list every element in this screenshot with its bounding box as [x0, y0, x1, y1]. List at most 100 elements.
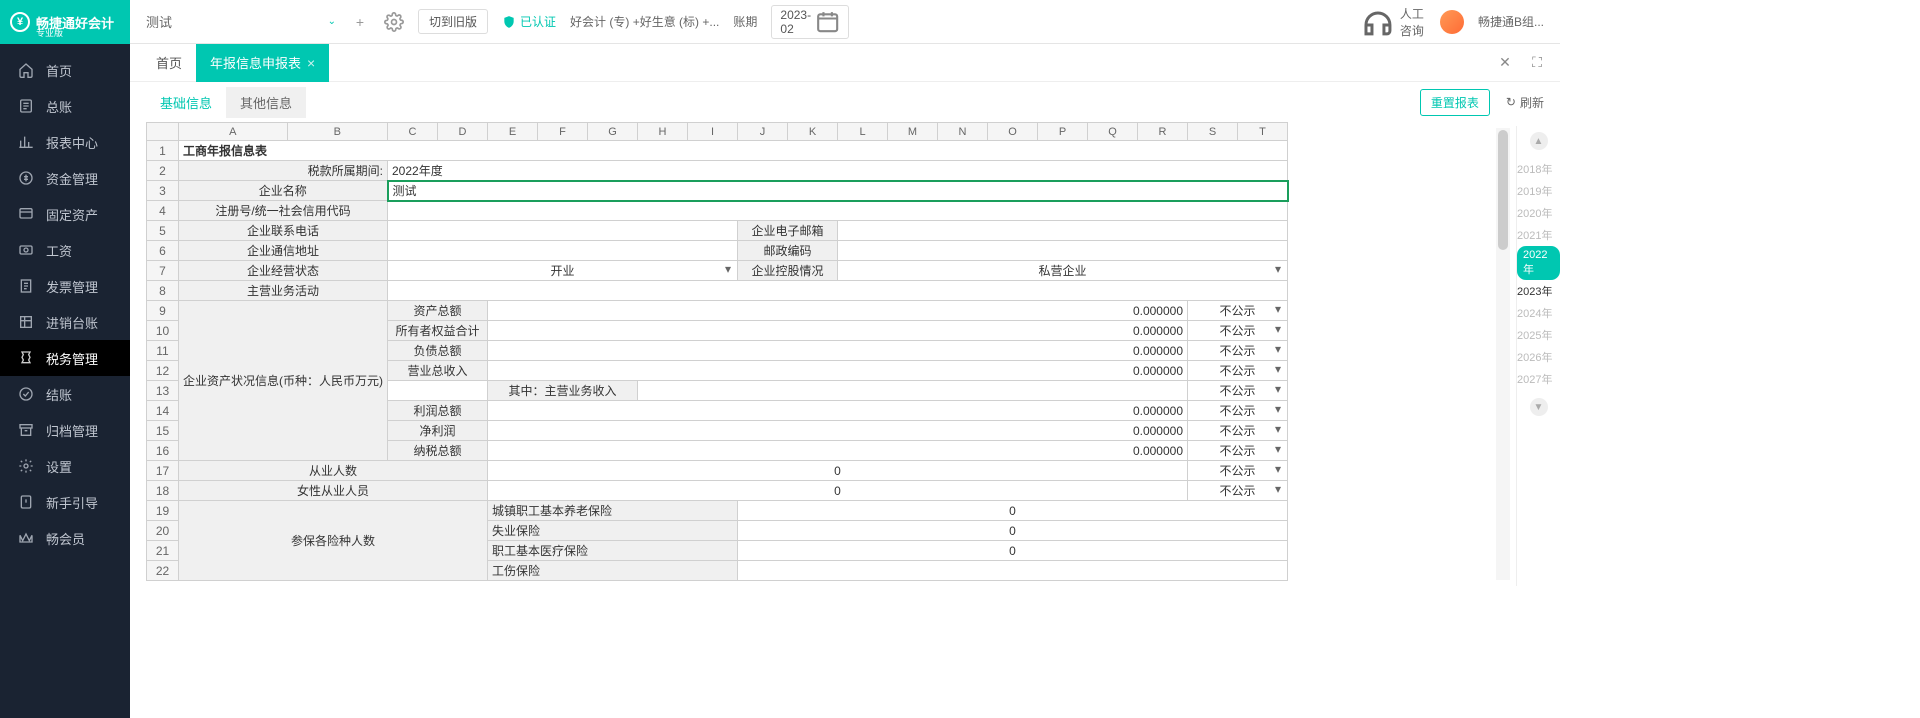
col-N[interactable]: N	[938, 123, 988, 141]
year-2019年[interactable]: 2019年	[1517, 180, 1560, 202]
row-7[interactable]: 7	[147, 261, 179, 281]
col-I[interactable]: I	[688, 123, 738, 141]
row-12[interactable]: 12	[147, 361, 179, 381]
row-15[interactable]: 15	[147, 421, 179, 441]
year-2024年[interactable]: 2024年	[1517, 302, 1560, 324]
publish-select[interactable]: 不公示	[1188, 301, 1288, 321]
reset-button[interactable]: 重置报表	[1420, 89, 1490, 116]
year-2023年[interactable]: 2023年	[1517, 280, 1560, 302]
refresh-button[interactable]: ↻ 刷新	[1506, 94, 1544, 111]
row-21[interactable]: 21	[147, 541, 179, 561]
publish-select[interactable]: 不公示	[1188, 401, 1288, 421]
nav-money[interactable]: 资金管理	[0, 160, 130, 196]
col-O[interactable]: O	[988, 123, 1038, 141]
col-S[interactable]: S	[1188, 123, 1238, 141]
period-selector[interactable]: 2023-02	[771, 5, 849, 39]
nav-ledger[interactable]: 总账	[0, 88, 130, 124]
row-6[interactable]: 6	[147, 241, 179, 261]
col-F[interactable]: F	[538, 123, 588, 141]
col-Q[interactable]: Q	[1088, 123, 1138, 141]
publish-select[interactable]: 不公示	[1188, 321, 1288, 341]
nav-guide[interactable]: 新手引导	[0, 484, 130, 520]
row-5[interactable]: 5	[147, 221, 179, 241]
tabs-close-icon[interactable]: ✕	[1494, 52, 1516, 74]
old-version-button[interactable]: 切到旧版	[418, 9, 488, 34]
row-9[interactable]: 9	[147, 301, 179, 321]
col-[interactable]	[147, 123, 179, 141]
subtab-basic[interactable]: 基础信息	[146, 87, 226, 118]
status-select[interactable]: 开业	[388, 261, 738, 281]
company-name-cell[interactable]: 测试	[388, 181, 1288, 201]
col-T[interactable]: T	[1238, 123, 1288, 141]
publish-select[interactable]: 不公示	[1188, 421, 1288, 441]
nav-stock[interactable]: 进销台账	[0, 304, 130, 340]
holding-select[interactable]: 私营企业	[838, 261, 1288, 281]
col-M[interactable]: M	[888, 123, 938, 141]
year-2027年[interactable]: 2027年	[1517, 368, 1560, 390]
col-R[interactable]: R	[1138, 123, 1188, 141]
row-19[interactable]: 19	[147, 501, 179, 521]
nav-invoice[interactable]: 发票管理	[0, 268, 130, 304]
row-1[interactable]: 1	[147, 141, 179, 161]
nav-settings[interactable]: 设置	[0, 448, 130, 484]
row-17[interactable]: 17	[147, 461, 179, 481]
row-3[interactable]: 3	[147, 181, 179, 201]
publish-select[interactable]: 不公示	[1188, 341, 1288, 361]
col-E[interactable]: E	[488, 123, 538, 141]
subtab-other[interactable]: 其他信息	[226, 87, 306, 118]
row-14[interactable]: 14	[147, 401, 179, 421]
row-13[interactable]: 13	[147, 381, 179, 401]
nav-archive[interactable]: 归档管理	[0, 412, 130, 448]
row-11[interactable]: 11	[147, 341, 179, 361]
row-22[interactable]: 22	[147, 561, 179, 581]
row-2[interactable]: 2	[147, 161, 179, 181]
year-2025年[interactable]: 2025年	[1517, 324, 1560, 346]
row-10[interactable]: 10	[147, 321, 179, 341]
tabs-expand-icon[interactable]: ⛶	[1526, 52, 1548, 74]
publish-select[interactable]: 不公示	[1188, 441, 1288, 461]
gear-icon[interactable]	[384, 12, 404, 32]
support-link[interactable]: 人工咨询	[1360, 4, 1426, 40]
col-D[interactable]: D	[438, 123, 488, 141]
col-A[interactable]: A	[179, 123, 288, 141]
spreadsheet[interactable]: ABCDEFGHIJKLMNOPQRST1工商年报信息表2税款所属期间:2022…	[130, 122, 1560, 718]
col-B[interactable]: B	[287, 123, 387, 141]
year-2022年[interactable]: 2022年	[1517, 246, 1560, 280]
row-8[interactable]: 8	[147, 281, 179, 301]
col-K[interactable]: K	[788, 123, 838, 141]
vertical-scrollbar[interactable]	[1496, 128, 1510, 580]
publish-select[interactable]: 不公示	[1188, 381, 1288, 401]
row-16[interactable]: 16	[147, 441, 179, 461]
nav-tax[interactable]: 税务管理	[0, 340, 130, 376]
year-2018年[interactable]: 2018年	[1517, 158, 1560, 180]
nav-vip[interactable]: 畅会员	[0, 520, 130, 556]
col-G[interactable]: G	[588, 123, 638, 141]
row-4[interactable]: 4	[147, 201, 179, 221]
nav-salary[interactable]: 工资	[0, 232, 130, 268]
col-P[interactable]: P	[1038, 123, 1088, 141]
row-18[interactable]: 18	[147, 481, 179, 501]
nav-home[interactable]: 首页	[0, 52, 130, 88]
col-L[interactable]: L	[838, 123, 888, 141]
year-down-icon[interactable]: ▼	[1530, 398, 1548, 416]
nav-close[interactable]: 结账	[0, 376, 130, 412]
col-H[interactable]: H	[638, 123, 688, 141]
year-up-icon[interactable]: ▲	[1530, 132, 1548, 150]
year-2020年[interactable]: 2020年	[1517, 202, 1560, 224]
tab-annual-report[interactable]: 年报信息申报表 ×	[196, 44, 329, 82]
company-selector[interactable]: 测试 ⌄	[146, 9, 336, 35]
year-2021年[interactable]: 2021年	[1517, 224, 1560, 246]
avatar[interactable]	[1440, 10, 1464, 34]
year-2026年[interactable]: 2026年	[1517, 346, 1560, 368]
row-20[interactable]: 20	[147, 521, 179, 541]
archive-icon	[18, 422, 34, 438]
col-J[interactable]: J	[738, 123, 788, 141]
nav-asset[interactable]: 固定资产	[0, 196, 130, 232]
add-icon[interactable]: +	[350, 12, 370, 32]
period-label: 账期	[733, 13, 757, 30]
col-C[interactable]: C	[388, 123, 438, 141]
publish-select[interactable]: 不公示	[1188, 361, 1288, 381]
nav-chart[interactable]: 报表中心	[0, 124, 130, 160]
tab-home[interactable]: 首页	[142, 44, 196, 82]
close-icon[interactable]: ×	[307, 55, 315, 71]
